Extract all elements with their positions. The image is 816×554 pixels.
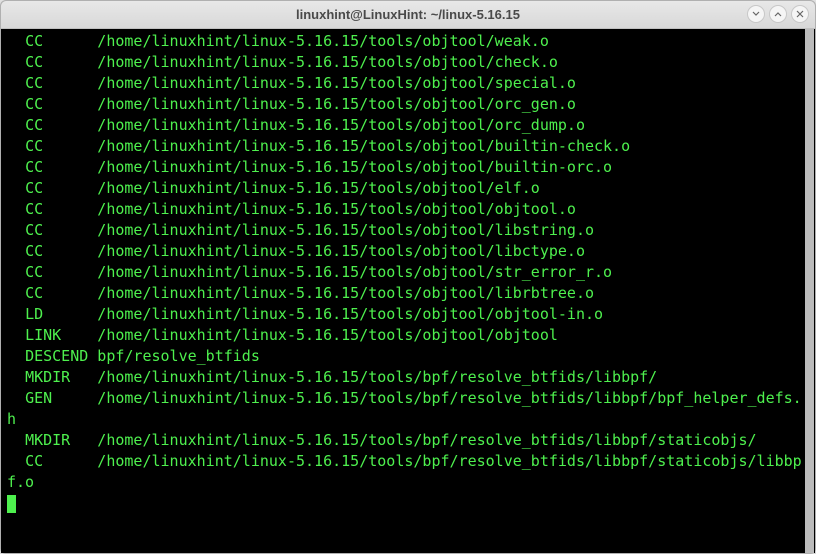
scrollbar-thumb[interactable]: [805, 29, 814, 553]
terminal-output: CC /home/linuxhint/linux-5.16.15/tools/o…: [7, 31, 809, 514]
terminal-line: CC /home/linuxhint/linux-5.16.15/tools/o…: [7, 94, 809, 115]
terminal-body[interactable]: CC /home/linuxhint/linux-5.16.15/tools/o…: [1, 29, 815, 553]
minimize-icon: [751, 9, 761, 19]
close-button[interactable]: [791, 5, 809, 23]
terminal-line: LINK /home/linuxhint/linux-5.16.15/tools…: [7, 325, 809, 346]
window-title: linuxhint@LinuxHint: ~/linux-5.16.15: [296, 7, 520, 22]
terminal-line: MKDIR /home/linuxhint/linux-5.16.15/tool…: [7, 430, 809, 451]
titlebar: linuxhint@LinuxHint: ~/linux-5.16.15: [1, 1, 815, 29]
terminal-line: CC /home/linuxhint/linux-5.16.15/tools/o…: [7, 52, 809, 73]
maximize-button[interactable]: [769, 5, 787, 23]
terminal-line: CC /home/linuxhint/linux-5.16.15/tools/o…: [7, 31, 809, 52]
terminal-line: CC /home/linuxhint/linux-5.16.15/tools/o…: [7, 136, 809, 157]
terminal-line: DESCEND bpf/resolve_btfids: [7, 346, 809, 367]
terminal-line: CC /home/linuxhint/linux-5.16.15/tools/o…: [7, 241, 809, 262]
terminal-line: GEN /home/linuxhint/linux-5.16.15/tools/…: [7, 388, 809, 430]
terminal-line: CC /home/linuxhint/linux-5.16.15/tools/o…: [7, 220, 809, 241]
terminal-line: CC /home/linuxhint/linux-5.16.15/tools/o…: [7, 73, 809, 94]
terminal-line: CC /home/linuxhint/linux-5.16.15/tools/o…: [7, 115, 809, 136]
scrollbar[interactable]: [805, 29, 814, 553]
terminal-line: CC /home/linuxhint/linux-5.16.15/tools/o…: [7, 283, 809, 304]
terminal-cursor: [7, 495, 16, 513]
terminal-line: CC /home/linuxhint/linux-5.16.15/tools/b…: [7, 451, 809, 493]
terminal-cursor-line: [7, 493, 809, 514]
terminal-line: CC /home/linuxhint/linux-5.16.15/tools/o…: [7, 262, 809, 283]
terminal-line: CC /home/linuxhint/linux-5.16.15/tools/o…: [7, 199, 809, 220]
minimize-button[interactable]: [747, 5, 765, 23]
terminal-window: linuxhint@LinuxHint: ~/linux-5.16.15 CC …: [0, 0, 816, 554]
maximize-icon: [773, 9, 783, 19]
terminal-line: LD /home/linuxhint/linux-5.16.15/tools/o…: [7, 304, 809, 325]
window-controls: [747, 5, 809, 23]
close-icon: [795, 9, 805, 19]
terminal-line: CC /home/linuxhint/linux-5.16.15/tools/o…: [7, 157, 809, 178]
terminal-line: MKDIR /home/linuxhint/linux-5.16.15/tool…: [7, 367, 809, 388]
terminal-line: CC /home/linuxhint/linux-5.16.15/tools/o…: [7, 178, 809, 199]
